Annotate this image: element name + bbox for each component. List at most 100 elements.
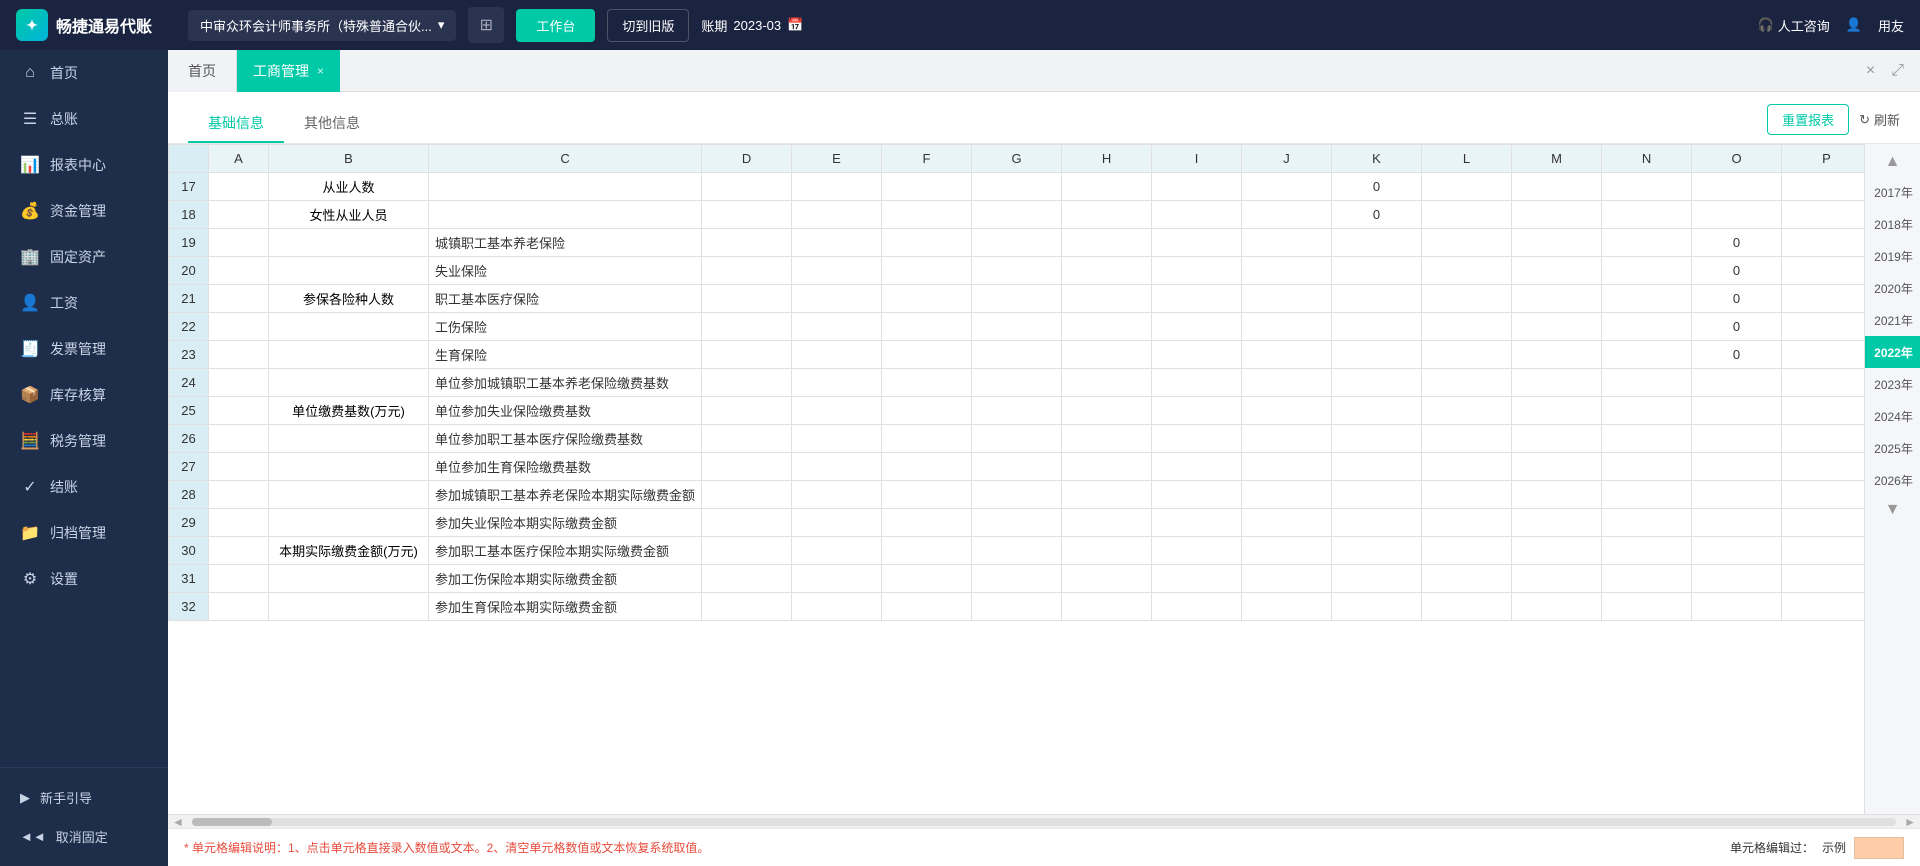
cell-32-b[interactable] <box>269 593 429 621</box>
cell-29-l[interactable] <box>1422 509 1512 537</box>
cell-31-g[interactable] <box>972 565 1062 593</box>
cell-22-h[interactable] <box>1062 313 1152 341</box>
cell-31-d[interactable] <box>702 565 792 593</box>
cell-19-f[interactable] <box>882 229 972 257</box>
cell-31-o[interactable] <box>1692 565 1782 593</box>
cell-29-g[interactable] <box>972 509 1062 537</box>
cell-19-a[interactable] <box>209 229 269 257</box>
calendar-icon[interactable]: 📅 <box>787 17 803 33</box>
cell-26-p[interactable] <box>1782 425 1864 453</box>
cell-23-h[interactable] <box>1062 341 1152 369</box>
cell-18-h[interactable] <box>1062 201 1152 229</box>
cell-24-o[interactable] <box>1692 369 1782 397</box>
sidebar-item-unpin[interactable]: ◄◄ 取消固定 <box>0 817 168 856</box>
cell-30-d[interactable] <box>702 537 792 565</box>
spreadsheet-container[interactable]: A B C D E F G H I J K L M <box>168 144 1864 814</box>
cell-23-k[interactable] <box>1332 341 1422 369</box>
cell-26-i[interactable] <box>1152 425 1242 453</box>
cell-31-f[interactable] <box>882 565 972 593</box>
cell-32-m[interactable] <box>1512 593 1602 621</box>
cell-23-b[interactable] <box>269 341 429 369</box>
cell-24-i[interactable] <box>1152 369 1242 397</box>
year-item-2022[interactable]: 2022年 <box>1865 336 1920 368</box>
year-item-2018[interactable]: 2018年 <box>1865 208 1920 240</box>
cell-19-m[interactable] <box>1512 229 1602 257</box>
cell-32-i[interactable] <box>1152 593 1242 621</box>
cell-22-n[interactable] <box>1602 313 1692 341</box>
cell-24-c[interactable]: 单位参加城镇职工基本养老保险缴费基数 <box>429 369 702 397</box>
cell-30-i[interactable] <box>1152 537 1242 565</box>
cell-19-o[interactable]: 0 <box>1692 229 1782 257</box>
cell-18-n[interactable] <box>1602 201 1692 229</box>
cell-19-n[interactable] <box>1602 229 1692 257</box>
cell-23-a[interactable] <box>209 341 269 369</box>
cell-28-d[interactable] <box>702 481 792 509</box>
cell-27-e[interactable] <box>792 453 882 481</box>
year-item-2024[interactable]: 2024年 <box>1865 400 1920 432</box>
cell-27-h[interactable] <box>1062 453 1152 481</box>
cell-26-b[interactable] <box>269 425 429 453</box>
cell-17-k[interactable]: 0 <box>1332 173 1422 201</box>
cell-23-c[interactable]: 生育保险 <box>429 341 702 369</box>
cell-25-m[interactable] <box>1512 397 1602 425</box>
cell-20-m[interactable] <box>1512 257 1602 285</box>
cell-30-n[interactable] <box>1602 537 1692 565</box>
cell-21-e[interactable] <box>792 285 882 313</box>
cell-24-n[interactable] <box>1602 369 1692 397</box>
cell-18-m[interactable] <box>1512 201 1602 229</box>
cell-32-h[interactable] <box>1062 593 1152 621</box>
cell-32-l[interactable] <box>1422 593 1512 621</box>
cell-25-c[interactable]: 单位参加失业保险缴费基数 <box>429 397 702 425</box>
sidebar-item-settings[interactable]: ⚙ 设置 <box>0 556 168 602</box>
cell-32-k[interactable] <box>1332 593 1422 621</box>
cell-22-i[interactable] <box>1152 313 1242 341</box>
cell-25-o[interactable] <box>1692 397 1782 425</box>
h-scroll-area[interactable]: ◄ ► <box>168 814 1920 828</box>
cell-32-p[interactable] <box>1782 593 1864 621</box>
cell-26-h[interactable] <box>1062 425 1152 453</box>
year-nav-up[interactable]: ▲ <box>1865 148 1920 176</box>
cell-21-i[interactable] <box>1152 285 1242 313</box>
cell-22-a[interactable] <box>209 313 269 341</box>
tab-other-info[interactable]: 其他信息 <box>284 105 380 143</box>
cell-30-a[interactable] <box>209 537 269 565</box>
cell-17-m[interactable] <box>1512 173 1602 201</box>
cell-20-j[interactable] <box>1242 257 1332 285</box>
year-item-2017[interactable]: 2017年 <box>1865 176 1920 208</box>
cell-26-l[interactable] <box>1422 425 1512 453</box>
refresh-button[interactable]: ↻ 刷新 <box>1859 110 1900 129</box>
sidebar-item-salary[interactable]: 👤 工资 <box>0 280 168 326</box>
cell-20-n[interactable] <box>1602 257 1692 285</box>
cell-31-p[interactable] <box>1782 565 1864 593</box>
cell-20-b[interactable] <box>269 257 429 285</box>
cell-30-h[interactable] <box>1062 537 1152 565</box>
cell-17-c[interactable] <box>429 173 702 201</box>
cell-28-b[interactable] <box>269 481 429 509</box>
cell-21-l[interactable] <box>1422 285 1512 313</box>
cell-17-l[interactable] <box>1422 173 1512 201</box>
cell-24-f[interactable] <box>882 369 972 397</box>
cell-18-e[interactable] <box>792 201 882 229</box>
cell-23-g[interactable] <box>972 341 1062 369</box>
cell-19-k[interactable] <box>1332 229 1422 257</box>
year-item-2023[interactable]: 2023年 <box>1865 368 1920 400</box>
cell-25-j[interactable] <box>1242 397 1332 425</box>
cell-18-g[interactable] <box>972 201 1062 229</box>
cell-28-c[interactable]: 参加城镇职工基本养老保险本期实际缴费金额 <box>429 481 702 509</box>
cell-28-m[interactable] <box>1512 481 1602 509</box>
cell-20-l[interactable] <box>1422 257 1512 285</box>
cell-20-p[interactable] <box>1782 257 1864 285</box>
cell-26-d[interactable] <box>702 425 792 453</box>
cell-20-f[interactable] <box>882 257 972 285</box>
company-copy-button[interactable]: ⊞ <box>468 7 504 43</box>
cell-19-d[interactable] <box>702 229 792 257</box>
cell-26-n[interactable] <box>1602 425 1692 453</box>
cell-22-p[interactable] <box>1782 313 1864 341</box>
cell-22-c[interactable]: 工伤保险 <box>429 313 702 341</box>
cell-23-i[interactable] <box>1152 341 1242 369</box>
cell-28-f[interactable] <box>882 481 972 509</box>
sidebar-item-inventory[interactable]: 📦 库存核算 <box>0 372 168 418</box>
h-scroll-right[interactable]: ► <box>1900 815 1920 829</box>
cell-29-c[interactable]: 参加失业保险本期实际缴费金额 <box>429 509 702 537</box>
cell-28-p[interactable] <box>1782 481 1864 509</box>
